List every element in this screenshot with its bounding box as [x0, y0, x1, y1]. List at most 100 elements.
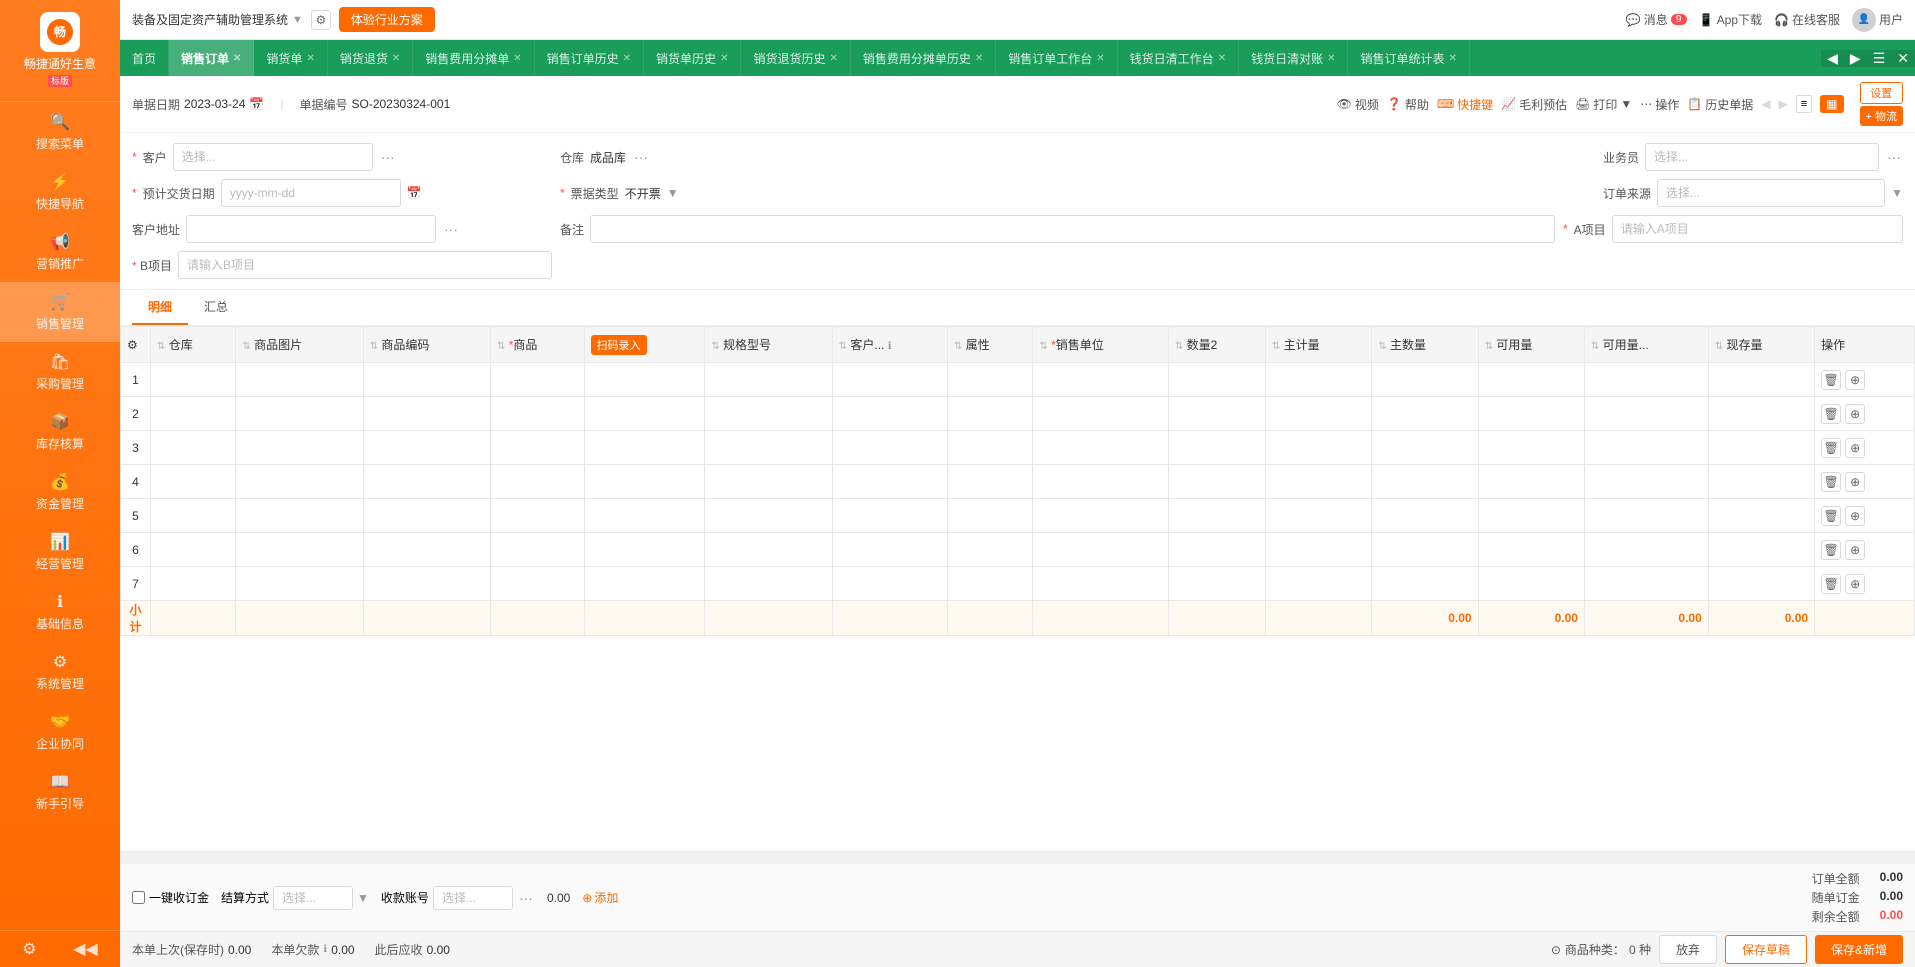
close-tab-icon[interactable]: ✕	[392, 53, 400, 64]
sidebar-item-inventory[interactable]: 📦 库存核算	[0, 402, 120, 462]
row-attribute-4[interactable]	[948, 465, 1033, 499]
receipt-more-icon[interactable]: ···	[517, 890, 535, 906]
row-available-qty2-4[interactable]	[1584, 465, 1708, 499]
row-delete-btn-3[interactable]: 🗑	[1821, 438, 1841, 458]
customer-address-more-icon[interactable]: ···	[442, 221, 460, 237]
row-product-4[interactable]	[491, 465, 585, 499]
row-unit-3[interactable]	[1033, 431, 1169, 465]
receipt-account-input[interactable]	[433, 886, 513, 910]
row-customer-info-4[interactable]	[832, 465, 947, 499]
row-product-img-4[interactable]	[236, 465, 363, 499]
tab-detail[interactable]: 明细	[132, 290, 188, 325]
row-product-img-6[interactable]	[236, 533, 363, 567]
row-product-7[interactable]	[491, 567, 585, 601]
salesperson-more-icon[interactable]: ···	[1885, 149, 1903, 165]
tab-menu-btn[interactable]: ☰	[1867, 50, 1892, 67]
row-qty2-1[interactable]	[1168, 363, 1265, 397]
row-main-qty-2[interactable]	[1372, 397, 1478, 431]
order-source-input[interactable]	[1657, 179, 1885, 207]
notes-input[interactable]	[590, 215, 1555, 243]
tab-summary[interactable]: 汇总	[188, 290, 244, 325]
industry-solution-btn[interactable]: 体验行业方案	[339, 7, 435, 32]
row-warehouse-7[interactable]	[151, 567, 236, 601]
project-b-input[interactable]	[178, 251, 552, 279]
row-delete-btn-6[interactable]: 🗑	[1821, 540, 1841, 560]
row-qty2-4[interactable]	[1168, 465, 1265, 499]
sidebar-item-base-info[interactable]: ℹ 基础信息	[0, 582, 120, 642]
row-attribute-6[interactable]	[948, 533, 1033, 567]
row-unit-6[interactable]	[1033, 533, 1169, 567]
discard-btn[interactable]: 放弃	[1659, 935, 1717, 964]
close-tab-icon[interactable]: ✕	[306, 53, 314, 64]
customer-address-input[interactable]	[186, 215, 436, 243]
row-product-img-5[interactable]	[236, 499, 363, 533]
row-available-qty2-1[interactable]	[1584, 363, 1708, 397]
sidebar-item-search[interactable]: 🔍 搜索菜单	[0, 102, 120, 162]
tab-sales-order-history[interactable]: 销售订单历史 ✕	[535, 40, 644, 76]
row-delete-btn-5[interactable]: 🗑	[1821, 506, 1841, 526]
close-tab-icon[interactable]: ✕	[513, 53, 521, 64]
row-product-img-1[interactable]	[236, 363, 363, 397]
row-qty2-7[interactable]	[1168, 567, 1265, 601]
row-attribute-7[interactable]	[948, 567, 1033, 601]
row-main-unit-4[interactable]	[1265, 465, 1371, 499]
order-source-dropdown-icon[interactable]: ▼	[1891, 186, 1903, 200]
sidebar-item-finance[interactable]: 💰 资金管理	[0, 462, 120, 522]
delivery-calendar-icon[interactable]: 📅	[407, 186, 422, 200]
sidebar-item-guide[interactable]: 📖 新手引导	[0, 762, 120, 822]
row-available-qty-2[interactable]	[1478, 397, 1584, 431]
tab-next-btn[interactable]: ▶	[1844, 50, 1867, 67]
sidebar-item-quick[interactable]: ⚡ 快捷导航	[0, 162, 120, 222]
close-tab-icon[interactable]: ✕	[233, 53, 241, 64]
row-spec-6[interactable]	[705, 533, 832, 567]
add-btn[interactable]: ⊕ 添加	[582, 889, 618, 906]
sidebar-item-sales[interactable]: 🛒 销售管理	[0, 282, 120, 342]
close-tab-icon[interactable]: ✕	[1449, 53, 1457, 64]
horizontal-scrollbar[interactable]	[120, 851, 1915, 863]
row-product-img-7[interactable]	[236, 567, 363, 601]
tab-sales-return[interactable]: 销货退货 ✕	[328, 40, 413, 76]
row-unit-1[interactable]	[1033, 363, 1169, 397]
tab-invoice-history[interactable]: 销货单历史 ✕	[644, 40, 741, 76]
history-btn[interactable]: 📋 历史单据	[1687, 96, 1753, 113]
row-unit-7[interactable]	[1033, 567, 1169, 601]
close-tab-icon[interactable]: ✕	[623, 53, 631, 64]
user-menu[interactable]: 👤 用户	[1852, 8, 1903, 32]
project-a-input[interactable]	[1612, 215, 1903, 243]
one-click-checkout-checkbox[interactable]	[132, 891, 145, 904]
add-material-btn[interactable]: + 物流	[1860, 106, 1903, 126]
row-spec-4[interactable]	[705, 465, 832, 499]
tab-sales-order[interactable]: 销售订单 ✕	[169, 40, 254, 76]
close-tab-icon[interactable]: ✕	[1218, 53, 1226, 64]
sidebar-item-purchase[interactable]: 🛍 采购管理	[0, 342, 120, 402]
shortcut-btn[interactable]: ⌨ 快捷键	[1437, 96, 1493, 113]
sidebar-item-enterprise[interactable]: 🤝 企业协同	[0, 702, 120, 762]
scan-btn[interactable]: 扫码录入	[591, 335, 647, 355]
row-copy-btn-2[interactable]: ⊕	[1845, 404, 1865, 424]
row-product-3[interactable]	[491, 431, 585, 465]
row-qty2-6[interactable]	[1168, 533, 1265, 567]
row-current-qty-7[interactable]	[1708, 567, 1814, 601]
customer-more-icon[interactable]: ···	[379, 149, 397, 165]
sidebar-settings-btn[interactable]: ⚙	[22, 939, 36, 959]
row-product-code-7[interactable]	[363, 567, 490, 601]
row-customer-info-6[interactable]	[832, 533, 947, 567]
close-tab-icon[interactable]: ✕	[1096, 53, 1104, 64]
row-delete-btn-7[interactable]: 🗑	[1821, 574, 1841, 594]
row-spec-7[interactable]	[705, 567, 832, 601]
tab-close-btn[interactable]: ✕	[1891, 50, 1915, 67]
row-delete-btn-2[interactable]: 🗑	[1821, 404, 1841, 424]
row-current-qty-1[interactable]	[1708, 363, 1814, 397]
row-copy-btn-1[interactable]: ⊕	[1845, 370, 1865, 390]
online-service-btn[interactable]: 🎧 在线客服	[1774, 11, 1840, 28]
row-main-unit-3[interactable]	[1265, 431, 1371, 465]
row-product-code-1[interactable]	[363, 363, 490, 397]
row-product-5[interactable]	[491, 499, 585, 533]
row-main-unit-1[interactable]	[1265, 363, 1371, 397]
row-warehouse-2[interactable]	[151, 397, 236, 431]
salesperson-input[interactable]	[1645, 143, 1879, 171]
sidebar-collapse-btn[interactable]: ◀◀	[73, 939, 98, 959]
row-delete-btn-4[interactable]: 🗑	[1821, 472, 1841, 492]
row-product-code-6[interactable]	[363, 533, 490, 567]
tab-prev-btn[interactable]: ◀	[1821, 50, 1844, 67]
